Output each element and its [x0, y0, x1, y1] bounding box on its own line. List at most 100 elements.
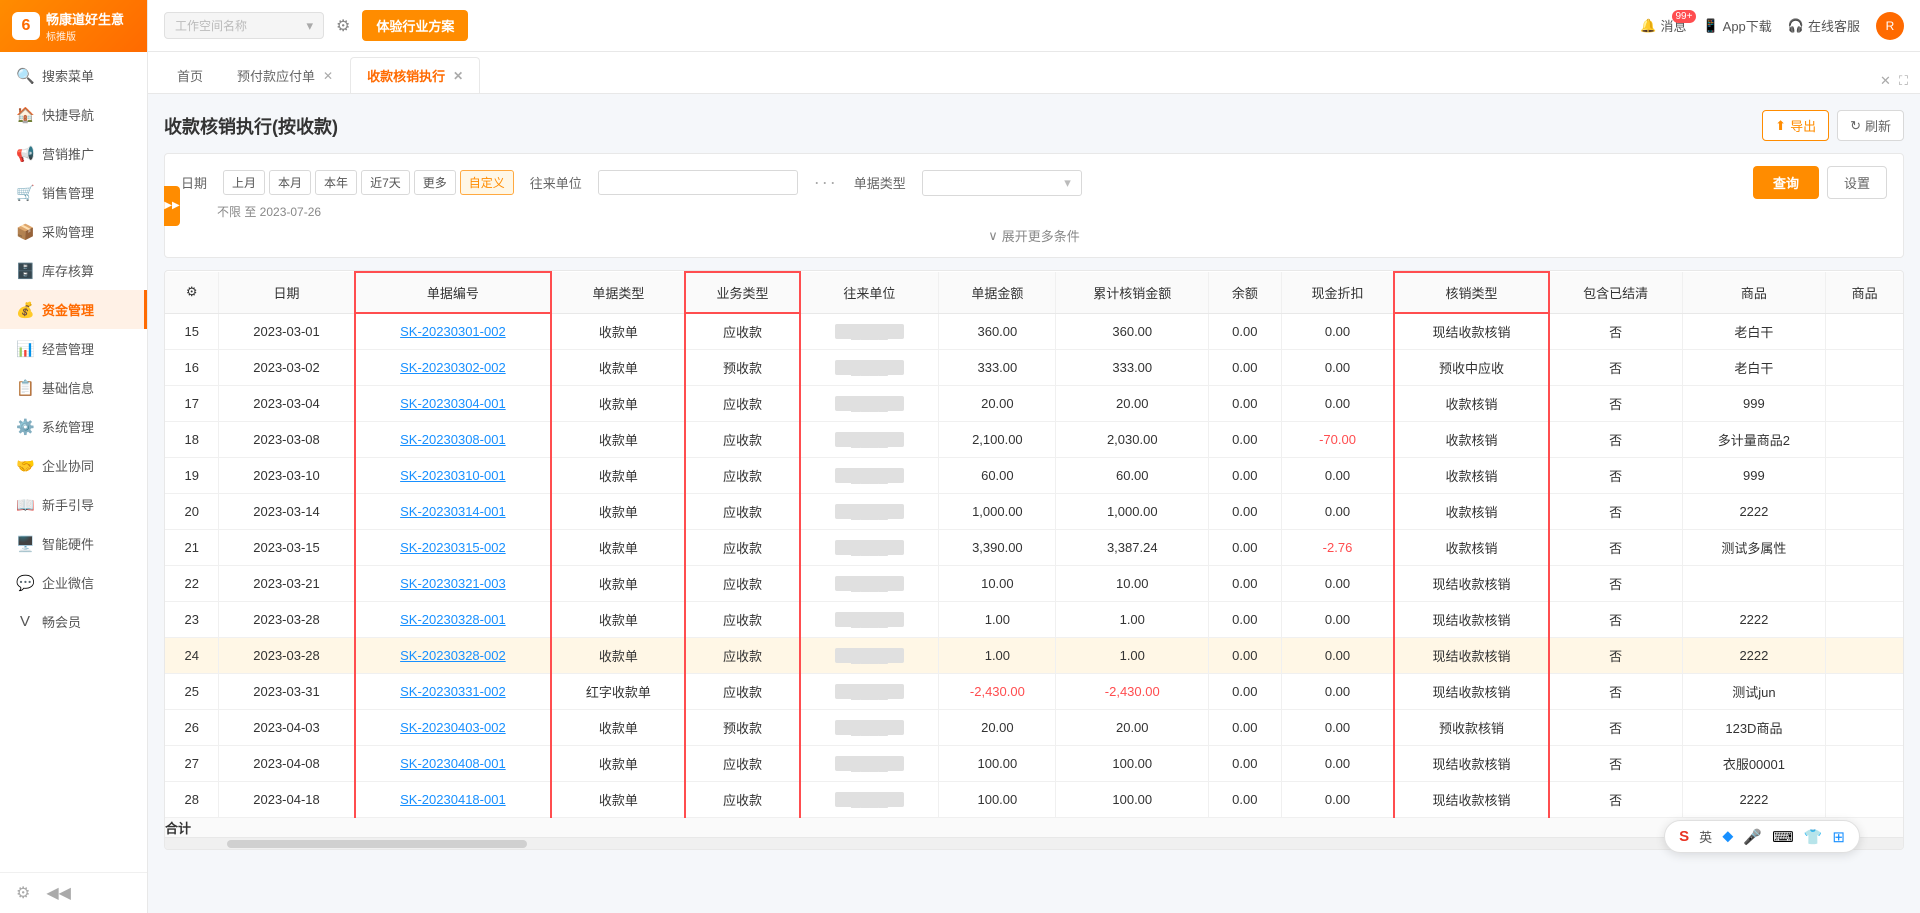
gear-icon[interactable]: ⚙ — [336, 16, 350, 36]
receipt-type-select[interactable]: ▾ — [922, 170, 1082, 196]
sougou-keyboard-icon[interactable]: ⌨ — [1772, 828, 1794, 846]
table-row[interactable]: 17 2023-03-04 SK-20230304-001 收款单 应收款 ██… — [165, 386, 1903, 422]
query-button[interactable]: 查询 — [1753, 166, 1819, 199]
tab-close-prepay[interactable]: ✕ — [323, 69, 333, 83]
table-row[interactable]: 16 2023-03-02 SK-20230302-002 收款单 预收款 ██… — [165, 350, 1903, 386]
sougou-dot-icon[interactable]: ⬥ — [1722, 828, 1733, 846]
maximize-icon[interactable]: ⛶ — [1899, 73, 1908, 89]
table-row[interactable]: 28 2023-04-18 SK-20230418-001 收款单 应收款 ██… — [165, 782, 1903, 818]
online-service-item[interactable]: 🎧 在线客服 — [1788, 16, 1860, 35]
cell-doc-no[interactable]: SK-20230328-001 — [355, 602, 552, 638]
partner-filter-input[interactable] — [598, 170, 798, 195]
cell-doc-no[interactable]: SK-20230328-002 — [355, 638, 552, 674]
cell-doc-no[interactable]: SK-20230304-001 — [355, 386, 552, 422]
col-partner[interactable]: 往来单位 — [800, 272, 939, 313]
table-row[interactable]: 24 2023-03-28 SK-20230328-002 收款单 应收款 ██… — [165, 638, 1903, 674]
sougou-grid-icon[interactable]: ⊞ — [1832, 828, 1845, 846]
sidebar-item-marketing[interactable]: 📢营销推广 — [0, 134, 147, 173]
sidebar-item-wechat[interactable]: 💬企业微信 — [0, 563, 147, 602]
date-btn-this-year[interactable]: 本年 — [315, 170, 357, 195]
export-button[interactable]: ⬆ 导出 — [1762, 110, 1829, 141]
cell-doc-no[interactable]: SK-20230302-002 — [355, 350, 552, 386]
col-cash-discount[interactable]: 现金折扣 — [1281, 272, 1394, 313]
tab-prepay[interactable]: 预付款应付单✕ — [220, 57, 350, 93]
expand-more-button[interactable]: ∨ 展开更多条件 — [181, 226, 1887, 245]
col-doc-type[interactable]: 单据类型 — [551, 272, 685, 313]
sougou-bar[interactable]: S 英 ⬥ 🎤 ⌨ 👕 ⊞ — [1664, 820, 1860, 853]
table-row[interactable]: 25 2023-03-31 SK-20230331-002 红字收款单 应收款 … — [165, 674, 1903, 710]
table-row[interactable]: 20 2023-03-14 SK-20230314-001 收款单 应收款 ██… — [165, 494, 1903, 530]
sidebar-item-member[interactable]: V畅会员 — [0, 602, 147, 641]
more-filters-dots[interactable]: ··· — [814, 172, 838, 193]
date-btn-last-month[interactable]: 上月 — [223, 170, 265, 195]
col-date[interactable]: 日期 — [219, 272, 355, 313]
workspace-selector[interactable]: 工作空间名称 ▾ — [164, 12, 324, 39]
sidebar-item-corp[interactable]: 🤝企业协同 — [0, 446, 147, 485]
sidebar-item-purchase[interactable]: 📦采购管理 — [0, 212, 147, 251]
col-biz-type[interactable]: 业务类型 — [685, 272, 799, 313]
table-row[interactable]: 15 2023-03-01 SK-20230301-002 收款单 应收款 ██… — [165, 313, 1903, 350]
sidebar-item-hardware[interactable]: 🖥️智能硬件 — [0, 524, 147, 563]
cell-doc-no[interactable]: SK-20230308-001 — [355, 422, 552, 458]
cell-doc-no[interactable]: SK-20230331-002 — [355, 674, 552, 710]
date-btn-more[interactable]: 更多 — [414, 170, 456, 195]
col-goods[interactable]: 商品 — [1682, 272, 1826, 313]
notification-item[interactable]: 🔔 消息 99+ — [1640, 16, 1686, 35]
setting-button[interactable]: 设置 — [1827, 166, 1887, 199]
workspace-chevron[interactable]: ▾ — [306, 18, 313, 34]
table-row[interactable]: 23 2023-03-28 SK-20230328-001 收款单 应收款 ██… — [165, 602, 1903, 638]
col-amount[interactable]: 单据金额 — [939, 272, 1056, 313]
tab-close-receipts[interactable]: ✕ — [453, 69, 463, 83]
tab-receipts[interactable]: 收款核销执行✕ — [350, 57, 480, 93]
close-window-icon[interactable]: ✕ — [1880, 73, 1891, 89]
table-scrollbar[interactable] — [165, 837, 1903, 849]
cell-doc-no[interactable]: SK-20230310-001 — [355, 458, 552, 494]
date-btn-7days[interactable]: 近7天 — [361, 170, 410, 195]
table-row[interactable]: 18 2023-03-08 SK-20230308-001 收款单 应收款 ██… — [165, 422, 1903, 458]
table-row[interactable]: 22 2023-03-21 SK-20230321-003 收款单 应收款 ██… — [165, 566, 1903, 602]
col-balance[interactable]: 余额 — [1209, 272, 1281, 313]
cell-doc-no[interactable]: SK-20230315-002 — [355, 530, 552, 566]
col-write-off-amt[interactable]: 累计核销金额 — [1056, 272, 1209, 313]
cell-doc-no[interactable]: SK-20230301-002 — [355, 313, 552, 350]
settings-icon[interactable]: ⚙ — [16, 883, 30, 903]
collapse-icon[interactable]: ◀◀ — [46, 883, 71, 903]
sidebar-item-guide[interactable]: 📖新手引导 — [0, 485, 147, 524]
cell-doc-no[interactable]: SK-20230314-001 — [355, 494, 552, 530]
sidebar-item-quicknav[interactable]: 🏠快捷导航 — [0, 95, 147, 134]
cell-doc-no[interactable]: SK-20230408-001 — [355, 746, 552, 782]
user-avatar[interactable]: R — [1876, 12, 1904, 40]
tab-home[interactable]: 首页 — [160, 57, 220, 93]
sidebar-item-operation[interactable]: 📊经营管理 — [0, 329, 147, 368]
sougou-shirt-icon[interactable]: 👕 — [1804, 828, 1823, 846]
sougou-mic-icon[interactable]: 🎤 — [1743, 828, 1762, 846]
sidebar-item-finance[interactable]: 💰资金管理 — [0, 290, 147, 329]
date-btn-this-month[interactable]: 本月 — [269, 170, 311, 195]
solution-button[interactable]: 体验行业方案 — [362, 10, 468, 41]
col-write-off-type[interactable]: 核销类型 — [1394, 272, 1548, 313]
table-row[interactable]: 19 2023-03-10 SK-20230310-001 收款单 应收款 ██… — [165, 458, 1903, 494]
cell-doc-no[interactable]: SK-20230403-002 — [355, 710, 552, 746]
cell-date: 2023-04-08 — [219, 746, 355, 782]
sidebar-item-search[interactable]: 🔍搜索菜单 — [0, 56, 147, 95]
table-row[interactable]: 21 2023-03-15 SK-20230315-002 收款单 应收款 ██… — [165, 530, 1903, 566]
cell-doc-no[interactable]: SK-20230418-001 — [355, 782, 552, 818]
table-row[interactable]: 27 2023-04-08 SK-20230408-001 收款单 应收款 ██… — [165, 746, 1903, 782]
table-row[interactable]: 26 2023-04-03 SK-20230403-002 收款单 预收款 ██… — [165, 710, 1903, 746]
sidebar-item-inventory[interactable]: 🗄️库存核算 — [0, 251, 147, 290]
cell-doc-no[interactable]: SK-20230321-003 — [355, 566, 552, 602]
col-settings[interactable]: ⚙ — [165, 272, 219, 313]
refresh-button[interactable]: ↻ 刷新 — [1837, 110, 1904, 141]
filter-collapse-button[interactable]: ▶▶ — [164, 186, 180, 226]
sidebar-item-basic[interactable]: 📋基础信息 — [0, 368, 147, 407]
cell-include-settled: 否 — [1549, 710, 1682, 746]
scrollbar-thumb[interactable] — [227, 840, 527, 848]
app-download-item[interactable]: 📱 App下载 — [1702, 16, 1771, 35]
col-doc-no[interactable]: 单据编号 — [355, 272, 552, 313]
sidebar-item-system[interactable]: ⚙️系统管理 — [0, 407, 147, 446]
sidebar-item-sales[interactable]: 🛒销售管理 — [0, 173, 147, 212]
col-include-settled[interactable]: 包含已结清 — [1549, 272, 1682, 313]
sougou-en-icon[interactable]: 英 — [1699, 827, 1712, 846]
date-btn-custom[interactable]: 自定义 — [460, 170, 514, 195]
col-goods2[interactable]: 商品 — [1826, 272, 1903, 313]
